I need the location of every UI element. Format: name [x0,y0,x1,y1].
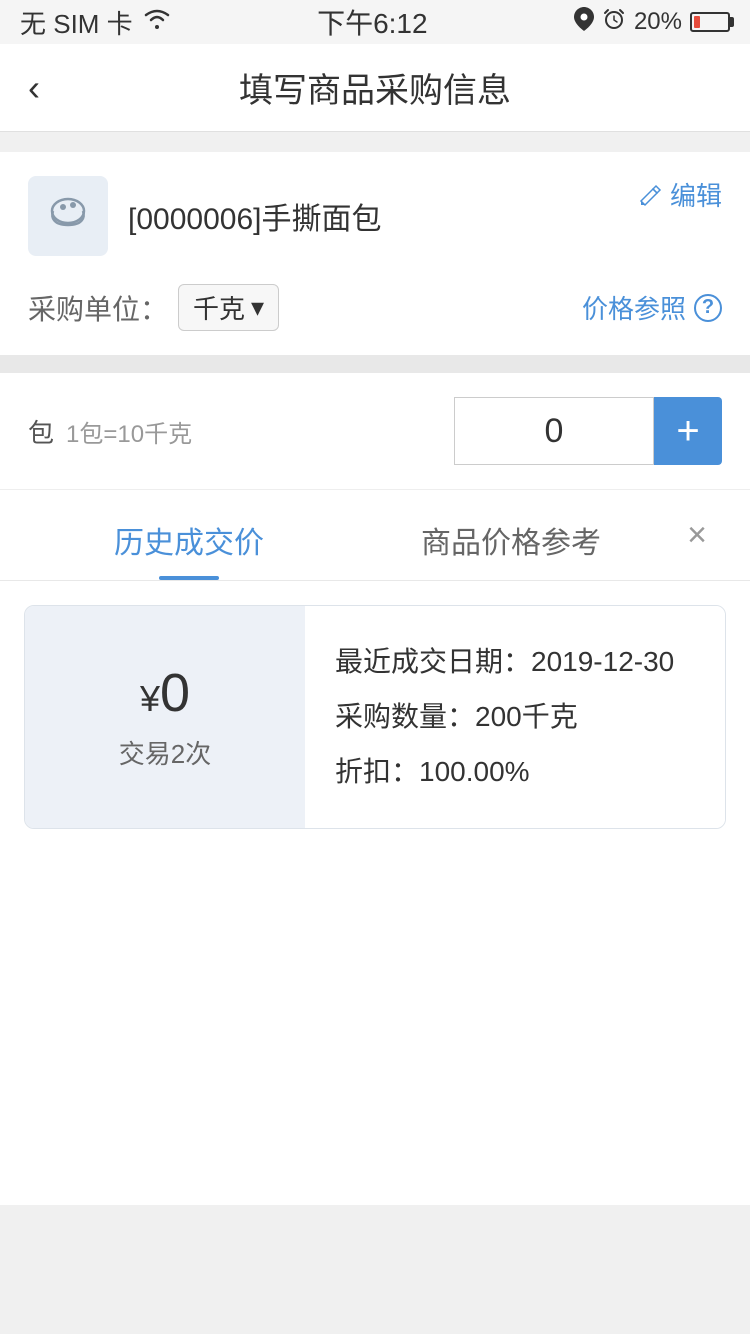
section-divider [0,355,750,373]
edit-button[interactable]: 编辑 [638,176,722,213]
tab-bar: 历史成交价 商品价格参考 × [0,490,750,581]
battery-percent: 20% [634,8,682,36]
dropdown-icon: ▾ [251,292,264,323]
quantity-detail-value: 200千克 [475,701,578,732]
product-name: [0000006]手撕面包 [128,194,381,238]
back-button[interactable]: ‹ [28,67,40,109]
history-detail-panel: 最近成交日期：2019-12-30 采购数量：200千克 折扣：100.00% [305,606,725,828]
help-icon: ? [694,294,722,322]
carrier-text: 无 SIM 卡 [20,4,133,41]
quantity-row: 包 1包=10千克 + [0,373,750,490]
wifi-icon [143,7,171,38]
discount-row: 折扣：100.00% [335,752,695,791]
quantity-input[interactable] [454,397,654,465]
currency-symbol: ¥ [140,678,160,719]
page-title: 填写商品采购信息 [239,63,511,112]
tab-product-price[interactable]: 商品价格参考 [350,490,672,580]
product-header: [0000006]手撕面包 编辑 [28,176,722,256]
edit-label: 编辑 [670,176,722,213]
battery-icon [690,12,730,32]
recent-date-label: 最近成交日期： [335,646,531,677]
product-thumbnail [28,176,108,256]
quantity-controls: + [454,397,722,465]
history-price: ¥0 [140,662,190,724]
tab-close-button[interactable]: × [672,510,722,560]
status-left: 无 SIM 卡 [20,4,171,41]
unit-value: 千克 [193,289,245,326]
price-value: 0 [160,663,190,723]
discount-value: 100.00% [419,756,530,787]
unit-label: 采购单位： [28,288,168,328]
history-card: ¥0 交易2次 最近成交日期：2019-12-30 采购数量：200千克 折扣：… [24,605,726,829]
discount-label: 折扣： [335,756,419,787]
history-price-panel: ¥0 交易2次 [25,606,305,828]
price-ref-button[interactable]: 价格参照 ? [582,289,722,326]
price-ref-label: 价格参照 [582,289,686,326]
status-right: 20% [574,7,730,38]
quantity-plus-button[interactable]: + [654,397,722,465]
status-bar: 无 SIM 卡 下午6:12 20% [0,0,750,44]
tab-history[interactable]: 历史成交价 [28,490,350,580]
quantity-detail-label: 采购数量： [335,701,475,732]
bottom-panel: 历史成交价 商品价格参考 × ¥0 交易2次 最近成交日期：2019-12-30… [0,490,750,1205]
nav-bar: ‹ 填写商品采购信息 [0,44,750,132]
quantity-row-detail: 采购数量：200千克 [335,697,695,736]
quantity-label: 包 1包=10千克 [28,413,192,450]
product-left: [0000006]手撕面包 [28,176,381,256]
alarm-icon [602,7,626,38]
recent-date-value: 2019-12-30 [531,646,674,677]
history-content: ¥0 交易2次 最近成交日期：2019-12-30 采购数量：200千克 折扣：… [0,605,750,1205]
location-icon [574,7,594,38]
status-time: 下午6:12 [317,2,428,42]
unit-conversion: 1包=10千克 [66,414,192,449]
unit-select[interactable]: 千克 ▾ [178,284,279,331]
product-unit-row: 采购单位： 千克 ▾ 价格参照 ? [28,284,722,331]
product-card: [0000006]手撕面包 编辑 采购单位： 千克 ▾ 价格参照 ? [0,152,750,355]
history-trades: 交易2次 [119,734,211,771]
recent-date-row: 最近成交日期：2019-12-30 [335,642,695,681]
unit-badge: 包 [28,413,54,450]
